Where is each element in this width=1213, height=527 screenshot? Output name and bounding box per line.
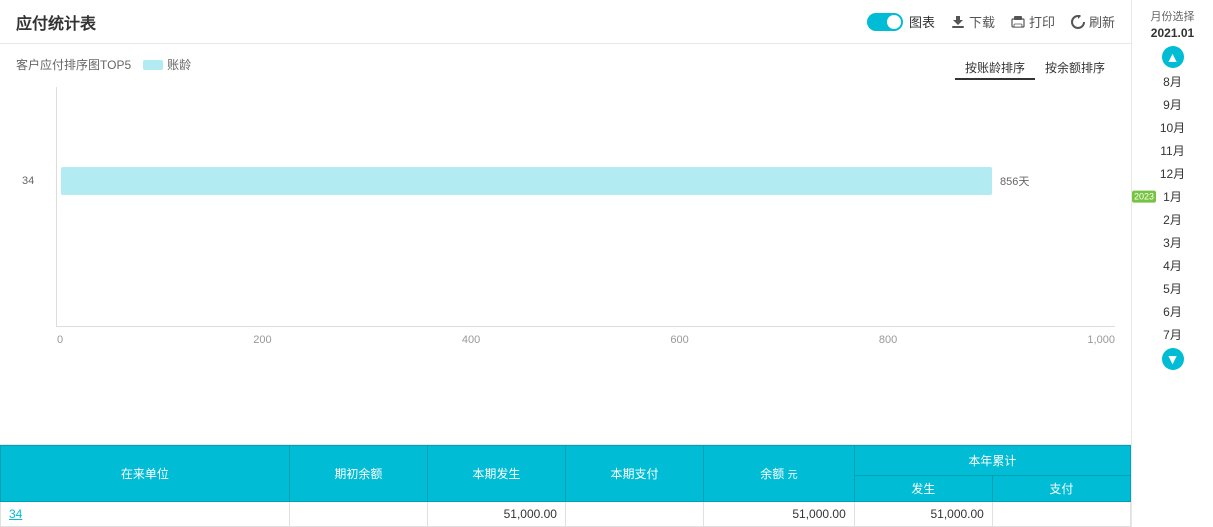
month-2[interactable]: 2月 — [1132, 208, 1213, 231]
table-header-top: 在来单位 期初余额 本期发生 本期支付 余额 元 本年累计 — [1, 446, 1131, 476]
x-label-5: 1,000 — [1087, 334, 1115, 346]
chart-area: 客户应付排序图TOP5 账龄 按账龄排序 按余额排序 34 — [0, 44, 1131, 444]
bar-row-0: 34 856天 — [57, 167, 1115, 195]
col-unit: 在来单位 — [1, 446, 290, 502]
chart-legend-title: 客户应付排序图TOP5 — [16, 56, 131, 73]
table-area: 在来单位 期初余额 本期发生 本期支付 余额 元 本年累计 发生 支付 — [0, 444, 1131, 527]
download-button[interactable]: 下载 — [951, 12, 995, 31]
chart-toggle[interactable] — [867, 13, 903, 31]
legend-color-box — [143, 60, 163, 70]
x-label-0: 0 — [57, 334, 63, 346]
x-label-1: 200 — [253, 334, 271, 346]
cell-balance: 51,000.00 — [704, 502, 855, 527]
month-7[interactable]: 7月 — [1132, 323, 1213, 346]
x-label-3: 600 — [670, 334, 688, 346]
scroll-up-button[interactable]: ▲ — [1162, 46, 1184, 68]
bar-area: 34 856天 0 200 400 600 800 1,000 — [56, 87, 1115, 327]
chart-toggle-wrap: 图表 — [867, 12, 935, 31]
x-axis: 0 200 400 600 800 1,000 — [57, 334, 1115, 346]
sort-tab-balance[interactable]: 按余额排序 — [1035, 57, 1115, 80]
sidebar-title: 月份选择 — [1151, 8, 1195, 24]
bar-value-0: 856天 — [1000, 173, 1029, 189]
sidebar: 月份选择 2021.01 ▲ 8月 9月 10月 11月 12月 2023 1月… — [1131, 0, 1213, 527]
sidebar-months: 8月 9月 10月 11月 12月 2023 1月 2月 3月 4月 5月 6月… — [1132, 70, 1213, 346]
col-ytd: 本年累计 — [854, 446, 1130, 476]
sort-tab-age[interactable]: 按账龄排序 — [955, 57, 1035, 80]
cell-ytd-pay — [992, 502, 1130, 527]
page-title: 应付统计表 — [16, 10, 96, 34]
month-4[interactable]: 4月 — [1132, 254, 1213, 277]
legend-item-age: 账龄 — [143, 56, 191, 73]
col-ytd-pay: 支付 — [992, 476, 1130, 502]
month-8[interactable]: 8月 — [1132, 70, 1213, 93]
cell-opening — [289, 502, 427, 527]
header: 应付统计表 图表 下载 打印 刷新 — [0, 0, 1131, 44]
year-badge-2023: 2023 — [1132, 190, 1156, 203]
chart-legend: 客户应付排序图TOP5 账龄 — [16, 56, 191, 73]
col-ytd-occur: 发生 — [854, 476, 992, 502]
table-body: 34 51,000.00 51,000.00 51,000.00 — [1, 502, 1131, 527]
cell-current-pay — [565, 502, 703, 527]
print-button[interactable]: 打印 — [1011, 12, 1055, 31]
month-6[interactable]: 6月 — [1132, 300, 1213, 323]
sort-tabs: 按账龄排序 按余额排序 — [955, 57, 1115, 80]
chart-container: 客户应付排序图TOP5 账龄 按账龄排序 按余额排序 34 — [16, 56, 1115, 432]
table-row: 34 51,000.00 51,000.00 51,000.00 — [1, 502, 1131, 527]
chart-legend-row: 客户应付排序图TOP5 账龄 按账龄排序 按余额排序 — [16, 56, 1115, 81]
data-table: 在来单位 期初余额 本期发生 本期支付 余额 元 本年累计 发生 支付 — [0, 445, 1131, 527]
x-label-4: 800 — [879, 334, 897, 346]
col-balance: 余额 元 — [704, 446, 855, 502]
col-current-occur: 本期发生 — [427, 446, 565, 502]
legend-label: 账龄 — [167, 56, 191, 73]
month-10[interactable]: 10月 — [1132, 116, 1213, 139]
bar-chart: 34 856天 0 200 400 600 800 1,000 — [16, 87, 1115, 432]
month-11[interactable]: 11月 — [1132, 139, 1213, 162]
refresh-button[interactable]: 刷新 — [1071, 12, 1115, 31]
col-opening: 期初余额 — [289, 446, 427, 502]
scroll-down-button[interactable]: ▼ — [1162, 348, 1184, 370]
month-12[interactable]: 12月 — [1132, 162, 1213, 185]
refresh-icon — [1071, 15, 1085, 29]
month-9[interactable]: 9月 — [1132, 93, 1213, 116]
month-1-2023[interactable]: 2023 1月 — [1132, 185, 1213, 208]
cell-current-occur: 51,000.00 — [427, 502, 565, 527]
x-label-2: 400 — [462, 334, 480, 346]
cell-unit[interactable]: 34 — [1, 502, 290, 527]
balance-unit: 元 — [788, 470, 798, 481]
header-actions: 图表 下载 打印 刷新 — [867, 12, 1115, 31]
cell-ytd-occur: 51,000.00 — [854, 502, 992, 527]
download-icon — [951, 15, 965, 29]
month-5[interactable]: 5月 — [1132, 277, 1213, 300]
chart-toggle-label: 图表 — [909, 12, 935, 31]
month-3[interactable]: 3月 — [1132, 231, 1213, 254]
bar-label-0: 34 — [22, 175, 34, 187]
bar-fill-0 — [61, 167, 992, 195]
main-content: 应付统计表 图表 下载 打印 刷新 客户应付排序 — [0, 0, 1131, 527]
col-current-pay: 本期支付 — [565, 446, 703, 502]
print-icon — [1011, 15, 1025, 29]
sidebar-year: 2021.01 — [1151, 26, 1194, 40]
